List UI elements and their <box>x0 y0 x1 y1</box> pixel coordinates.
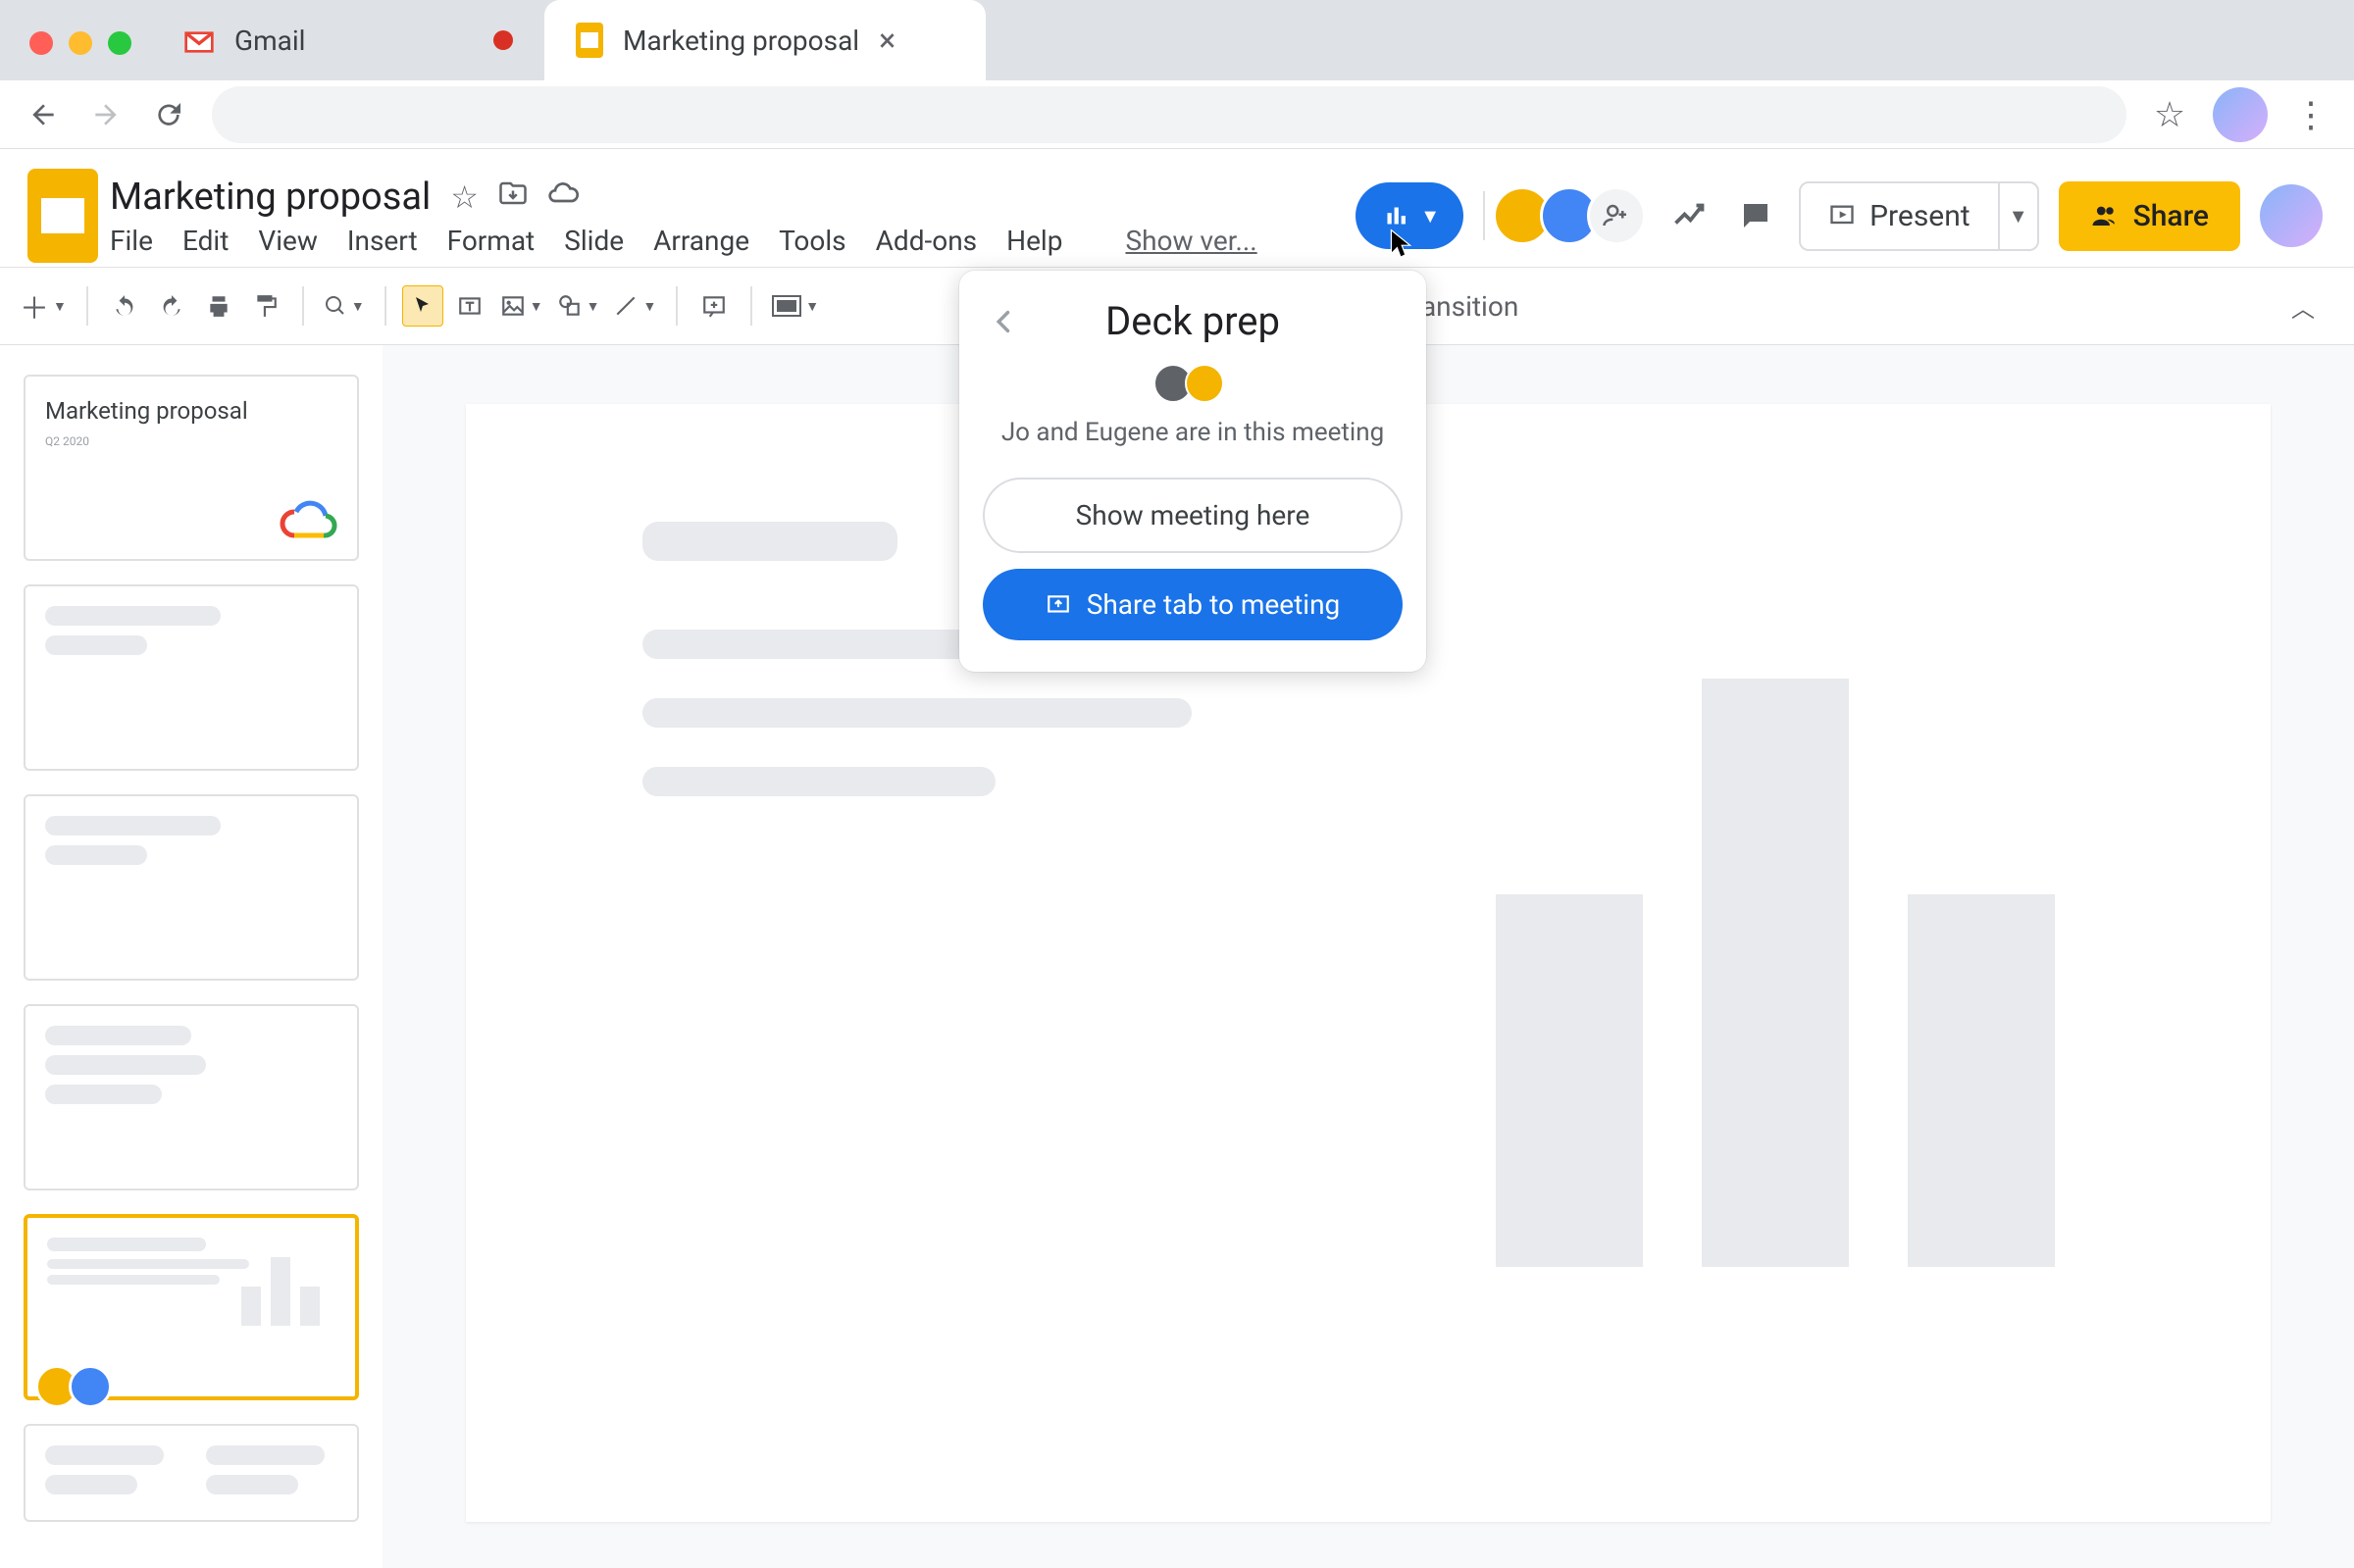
present-icon <box>1828 202 1856 229</box>
menu-tools[interactable]: Tools <box>779 225 846 257</box>
placeholder-text <box>642 767 996 796</box>
print-button[interactable] <box>198 285 239 327</box>
browser-profile-avatar[interactable] <box>2213 87 2268 142</box>
share-button[interactable]: Share <box>2059 181 2240 251</box>
tab-label: Marketing proposal <box>623 25 859 57</box>
image-button[interactable]: ▼ <box>496 285 547 327</box>
tab-gmail[interactable]: Gmail <box>152 0 544 80</box>
popup-title: Deck prep <box>983 298 1403 344</box>
popup-subtitle: Jo and Eugene are in this meeting <box>983 415 1403 450</box>
star-icon[interactable]: ☆ <box>450 178 479 216</box>
slide-thumb-subtitle: Q2 2020 <box>45 434 337 448</box>
transition-button[interactable]: ransition <box>1412 290 1518 323</box>
show-version-history[interactable]: Show ver... <box>1125 225 1256 257</box>
browser-menu-icon[interactable]: ⋮ <box>2291 95 2330 134</box>
slide-thumbnail-3[interactable] <box>24 794 359 981</box>
new-slide-button[interactable]: ＋▼ <box>16 285 71 327</box>
slides-logo-icon[interactable] <box>27 169 98 263</box>
placeholder-title <box>642 522 897 561</box>
slide-collaborator-avatars <box>45 1365 112 1408</box>
doc-title-block: Marketing proposal ☆ File Edit View Inse… <box>110 176 1257 257</box>
menu-edit[interactable]: Edit <box>182 225 229 257</box>
address-bar[interactable] <box>212 86 2126 143</box>
slide-thumbnail-2[interactable] <box>24 584 359 771</box>
browser-tab-strip: Gmail Marketing proposal × <box>0 0 2354 80</box>
menu-format[interactable]: Format <box>447 225 536 257</box>
thumb-chart-icon <box>241 1257 320 1326</box>
browser-tabs: Gmail Marketing proposal × <box>152 0 986 80</box>
move-folder-icon[interactable] <box>498 178 528 216</box>
menu-help[interactable]: Help <box>1006 225 1062 257</box>
collaborator-avatars <box>1505 186 1646 245</box>
back-button[interactable] <box>24 95 63 134</box>
collaborator-add-icon[interactable] <box>1587 186 1646 245</box>
zoom-button[interactable]: ▼ <box>320 285 369 327</box>
placeholder-text <box>642 698 1192 728</box>
select-tool-button[interactable] <box>402 285 443 327</box>
presentation-bars-icon <box>1379 199 1412 232</box>
document-title[interactable]: Marketing proposal <box>110 176 431 219</box>
textbox-button[interactable] <box>449 285 490 327</box>
forward-button[interactable] <box>86 95 126 134</box>
show-meeting-button[interactable]: Show meeting here <box>983 478 1403 553</box>
slide-thumbnail-5[interactable] <box>24 1214 359 1400</box>
collapse-toolbar-icon[interactable]: ︿ <box>2291 289 2315 324</box>
browser-toolbar: ☆ ⋮ <box>0 80 2354 149</box>
slide-thumb-title: Marketing proposal <box>45 396 337 427</box>
slide-thumbnail-1[interactable]: Marketing proposal Q2 2020 <box>24 375 359 561</box>
menu-addons[interactable]: Add-ons <box>876 225 977 257</box>
shape-button[interactable]: ▼ <box>553 285 604 327</box>
popup-participant-avatars <box>983 364 1403 403</box>
slide-thumbnail-4[interactable] <box>24 1004 359 1190</box>
redo-button[interactable] <box>151 285 192 327</box>
meeting-popup: Deck prep Jo and Eugene are in this meet… <box>959 271 1426 672</box>
window-minimize-button[interactable] <box>69 31 92 55</box>
app-header: Marketing proposal ☆ File Edit View Inse… <box>0 149 2354 267</box>
meet-button[interactable]: ▼ <box>1356 182 1463 249</box>
share-label: Share <box>2133 199 2209 233</box>
activity-icon[interactable] <box>1665 192 1713 239</box>
google-cloud-icon <box>275 496 337 543</box>
account-avatar[interactable] <box>2260 184 2323 247</box>
menu-slide[interactable]: Slide <box>564 225 624 257</box>
present-button[interactable]: Present <box>1801 183 1998 249</box>
share-tab-label: Share tab to meeting <box>1087 588 1341 621</box>
slides-icon <box>576 23 603 58</box>
menu-file[interactable]: File <box>110 225 153 257</box>
comment-button[interactable] <box>693 285 735 327</box>
menu-arrange[interactable]: Arrange <box>653 225 749 257</box>
tab-notification-dot <box>493 30 513 50</box>
popup-back-button[interactable] <box>983 300 1026 343</box>
chevron-down-icon: ▼ <box>1420 204 1440 228</box>
share-screen-icon <box>1046 592 1071 618</box>
window-controls <box>29 31 131 55</box>
present-button-group: Present ▼ <box>1799 181 2039 251</box>
paint-format-button[interactable] <box>245 285 286 327</box>
menu-bar: File Edit View Insert Format Slide Arran… <box>110 225 1257 257</box>
share-tab-button[interactable]: Share tab to meeting <box>983 569 1403 640</box>
show-meeting-label: Show meeting here <box>1076 499 1310 531</box>
reload-button[interactable] <box>149 95 188 134</box>
slide-thumbnail-6[interactable] <box>24 1424 359 1522</box>
gmail-icon <box>183 28 215 52</box>
bookmark-star-icon[interactable]: ☆ <box>2150 95 2189 134</box>
background-button[interactable]: ▼ <box>768 285 823 327</box>
slide-filmstrip[interactable]: Marketing proposal Q2 2020 <box>0 345 383 1568</box>
comments-icon[interactable] <box>1732 192 1779 239</box>
menu-view[interactable]: View <box>258 225 318 257</box>
present-dropdown-button[interactable]: ▼ <box>1998 183 2037 249</box>
window-close-button[interactable] <box>29 31 53 55</box>
header-right: ▼ Present ▼ Share <box>1356 181 2323 251</box>
cloud-status-icon[interactable] <box>547 177 579 217</box>
menu-insert[interactable]: Insert <box>347 225 418 257</box>
tab-close-icon[interactable]: × <box>879 22 896 59</box>
line-button[interactable]: ▼ <box>609 285 660 327</box>
placeholder-chart <box>1496 679 2055 1267</box>
share-people-icon <box>2090 201 2120 230</box>
undo-button[interactable] <box>104 285 145 327</box>
window-maximize-button[interactable] <box>108 31 131 55</box>
tab-slides[interactable]: Marketing proposal × <box>544 0 986 80</box>
present-label: Present <box>1869 199 1970 233</box>
tab-label: Gmail <box>234 25 305 57</box>
